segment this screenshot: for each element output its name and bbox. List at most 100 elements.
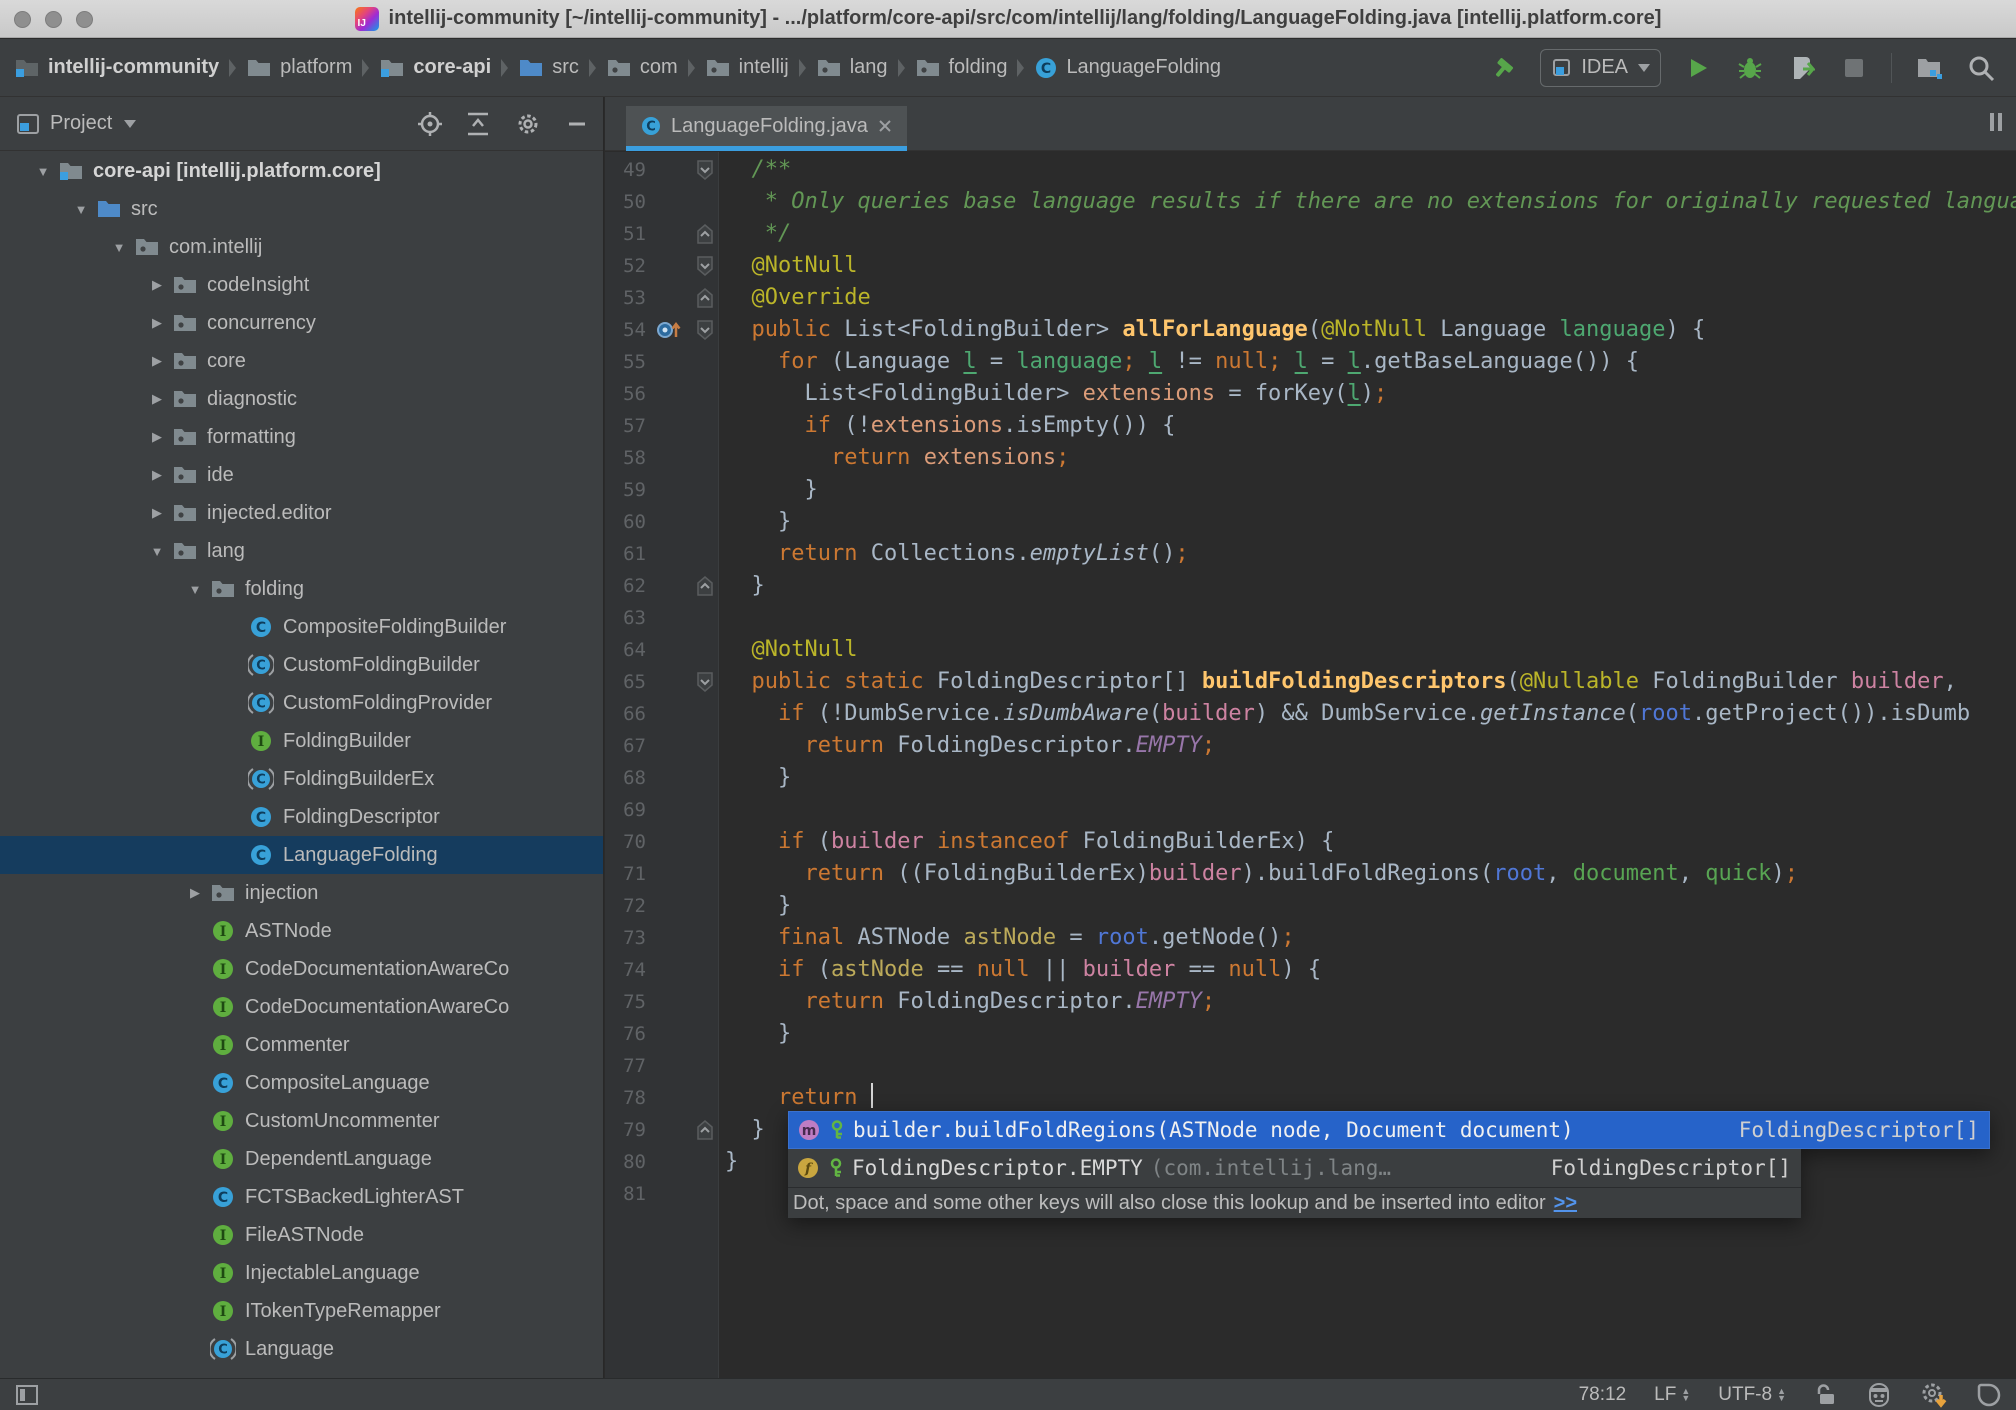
tree-item-foldingdescriptor[interactable]: C FoldingDescriptor (0, 798, 603, 836)
notifications-balloon-icon[interactable] (1976, 1382, 2002, 1408)
tree-expand-closed-icon[interactable]: ▶ (142, 353, 172, 369)
tree-item-ide[interactable]: ▶ ide (0, 456, 603, 494)
collapse-all-icon[interactable] (465, 111, 491, 137)
tree-item-concurrency[interactable]: ▶ concurrency (0, 304, 603, 342)
build-hammer-icon[interactable] (1488, 53, 1518, 83)
run-configuration-chooser[interactable]: IDEA (1540, 48, 1661, 87)
tree-expand-open-icon[interactable]: ▼ (142, 544, 172, 559)
breadcrumb-item-lang[interactable]: lang (812, 55, 892, 81)
tree-expand-closed-icon[interactable]: ▶ (180, 885, 210, 901)
tree-item-formatting[interactable]: ▶ formatting (0, 418, 603, 456)
tree-item-fctsbackedlighterast[interactable]: C FCTSBackedLighterAST (0, 1178, 603, 1216)
stop-button[interactable] (1839, 53, 1869, 83)
breadcrumb-item-src[interactable]: src (514, 55, 583, 81)
code-token: ((FoldingBuilderEx) (883, 861, 1149, 886)
tree-item-codedocumentationawareco[interactable]: I CodeDocumentationAwareCo (0, 950, 603, 988)
encoding-widget[interactable]: UTF-8 ▲ ▼ (1718, 1384, 1786, 1406)
tree-item-codeinsight[interactable]: ▶ codeInsight (0, 266, 603, 304)
svg-text:I: I (220, 1266, 227, 1282)
tree-item-injected-editor[interactable]: ▶ injected.editor (0, 494, 603, 532)
editor-options-icon[interactable] (1986, 113, 2002, 136)
fold-up-icon[interactable] (696, 1120, 714, 1140)
project-structure-icon[interactable] (1914, 53, 1944, 83)
tree-expand-closed-icon[interactable]: ▶ (142, 505, 172, 521)
tree-expand-open-icon[interactable]: ▼ (180, 582, 210, 597)
hide-panel-icon[interactable] (565, 112, 589, 136)
breadcrumb-item-languagefolding[interactable]: C LanguageFolding (1030, 56, 1225, 80)
breadcrumb-item-core-api[interactable]: core-api (375, 55, 495, 81)
fold-down-icon[interactable] (696, 160, 714, 180)
minimize-window-icon[interactable] (45, 10, 62, 28)
close-window-icon[interactable] (14, 10, 31, 28)
fold-down-icon[interactable] (696, 256, 714, 276)
run-with-coverage-button[interactable] (1787, 53, 1817, 83)
tree-item-customfoldingbuilder[interactable]: C CustomFoldingBuilder (0, 646, 603, 684)
tree-item-diagnostic[interactable]: ▶ diagnostic (0, 380, 603, 418)
tree-item-core-api-intellij-platform-core-[interactable]: ▼ core-api [intellij.platform.core] (0, 152, 603, 190)
tree-item-commenter[interactable]: I Commenter (0, 1026, 603, 1064)
tree-item-itokentyperemapper[interactable]: I ITokenTypeRemapper (0, 1292, 603, 1330)
tree-item-dependentlanguage[interactable]: I DependentLanguage (0, 1140, 603, 1178)
fold-up-icon[interactable] (696, 576, 714, 596)
completion-item[interactable]: f FoldingDescriptor.EMPTY (com.intellij.l… (788, 1149, 1801, 1187)
tree-item-foldingbuilderex[interactable]: C FoldingBuilderEx (0, 760, 603, 798)
run-button[interactable] (1683, 53, 1713, 83)
tree-expand-closed-icon[interactable]: ▶ (142, 391, 172, 407)
completion-hint-link[interactable]: >> (1554, 1192, 1577, 1215)
unlock-icon[interactable] (1814, 1383, 1838, 1407)
tree-expand-open-icon[interactable]: ▼ (104, 240, 134, 255)
tree-expand-open-icon[interactable]: ▼ (28, 164, 58, 179)
tree-item-customuncommenter[interactable]: I CustomUncommenter (0, 1102, 603, 1140)
tree-item-foldingbuilder[interactable]: I FoldingBuilder (0, 722, 603, 760)
tree-item-languagefolding[interactable]: C LanguageFolding (0, 836, 603, 874)
tree-item-lang[interactable]: ▼ lang (0, 532, 603, 570)
overrides-gutter-icon[interactable] (656, 319, 682, 341)
zoom-window-icon[interactable] (76, 10, 93, 28)
tree-expand-closed-icon[interactable]: ▶ (142, 315, 172, 331)
gutter-row: 50 (605, 186, 718, 218)
tree-expand-closed-icon[interactable]: ▶ (142, 429, 172, 445)
tree-item-astnode[interactable]: I ASTNode (0, 912, 603, 950)
tree-item-compositelanguage[interactable]: C CompositeLanguage (0, 1064, 603, 1102)
tree-item-customfoldingprovider[interactable]: C CustomFoldingProvider (0, 684, 603, 722)
caret-position-widget[interactable]: 78:12 (1579, 1384, 1627, 1406)
close-tab-icon[interactable] (877, 118, 893, 134)
tree-item-com-intellij[interactable]: ▼ com.intellij (0, 228, 603, 266)
tree-expand-closed-icon[interactable]: ▶ (142, 277, 172, 293)
locate-file-icon[interactable] (417, 111, 443, 137)
chevron-down-icon[interactable] (124, 119, 137, 128)
breadcrumb-item-intellij-community[interactable]: intellij-community (10, 55, 223, 81)
tree-item-core[interactable]: ▶ core (0, 342, 603, 380)
line-number: 53 (623, 287, 646, 309)
search-everywhere-icon[interactable] (1966, 53, 1996, 83)
tree-item-injectablelanguage[interactable]: I InjectableLanguage (0, 1254, 603, 1292)
fold-up-icon[interactable] (696, 224, 714, 244)
tree-expand-open-icon[interactable]: ▼ (66, 202, 96, 217)
debug-button[interactable] (1735, 53, 1765, 83)
tree-item-language[interactable]: C Language (0, 1330, 603, 1368)
completion-item-selected[interactable]: m builder.buildFoldRegions(ASTNode node, … (788, 1111, 1990, 1149)
tree-item-fileastnode[interactable]: I FileASTNode (0, 1216, 603, 1254)
breadcrumb-item-folding[interactable]: folding (911, 55, 1012, 81)
update-indexing-icon[interactable] (1920, 1381, 1948, 1409)
tree-item-injection[interactable]: ▶ injection (0, 874, 603, 912)
editor-tab-languagefolding[interactable]: C LanguageFolding.java (626, 106, 907, 151)
tree-item-folding[interactable]: ▼ folding (0, 570, 603, 608)
fold-down-icon[interactable] (696, 320, 714, 340)
tree-item-codedocumentationawareco[interactable]: I CodeDocumentationAwareCo (0, 988, 603, 1026)
line-separator-widget[interactable]: LF ▲ ▼ (1654, 1384, 1690, 1406)
package-icon (172, 462, 198, 488)
breadcrumb-item-platform[interactable]: platform (242, 55, 356, 81)
inspections-profile-icon[interactable] (1866, 1382, 1892, 1408)
fold-down-icon[interactable] (696, 672, 714, 692)
tree-expand-closed-icon[interactable]: ▶ (142, 467, 172, 483)
tree-item-compositefoldingbuilder[interactable]: C CompositeFoldingBuilder (0, 608, 603, 646)
gutter-row: 61 (605, 538, 718, 570)
code-token: .getNode() (1148, 925, 1282, 950)
toolwindow-toggle-icon[interactable] (14, 1382, 40, 1408)
settings-gear-icon[interactable] (515, 111, 541, 137)
breadcrumb-item-intellij[interactable]: intellij (701, 55, 793, 81)
fold-up-icon[interactable] (696, 288, 714, 308)
breadcrumb-item-com[interactable]: com (602, 55, 682, 81)
tree-item-src[interactable]: ▼ src (0, 190, 603, 228)
